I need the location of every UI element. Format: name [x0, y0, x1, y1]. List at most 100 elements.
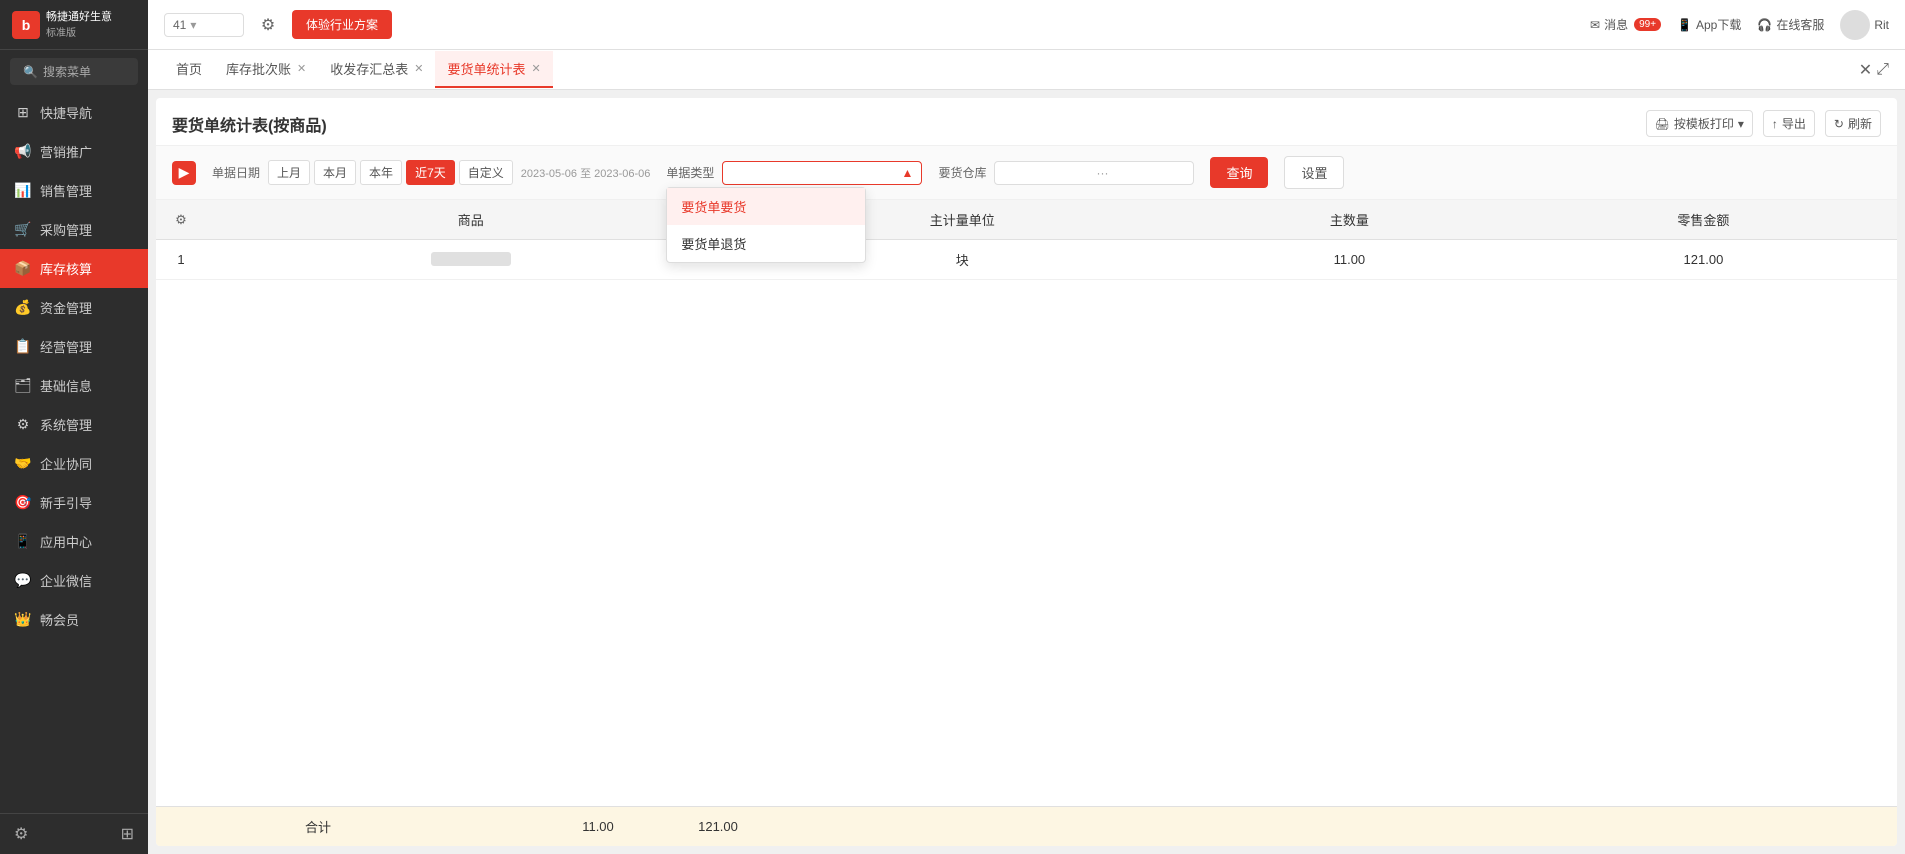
print-chevron-icon: ▾ — [1738, 117, 1744, 131]
order-type-filter-group: 单据类型 ▲ 要货单要货 要货单退货 — [666, 161, 922, 185]
sidebar-item-app-center[interactable]: 📱 应用中心 — [0, 522, 148, 561]
sidebar-item-label: 资金管理 — [40, 298, 92, 317]
tabs-expand-icon[interactable]: ⤢ — [1876, 61, 1889, 79]
sidebar-item-operations[interactable]: 📋 经营管理 — [0, 327, 148, 366]
footer-amount: 121.00 — [658, 819, 778, 834]
sidebar-item-enterprise[interactable]: 🤝 企业协同 — [0, 444, 148, 483]
sidebar-footer: ⚙ ⊞ — [0, 813, 148, 854]
app-subtitle: 标准版 — [46, 24, 112, 39]
page-actions: 🖨 按模板打印 ▾ ↑ 导出 ↻ 刷新 — [1646, 110, 1881, 137]
marketing-icon: 📢 — [14, 143, 32, 161]
tabs-actions: ✕ ⤢ — [1859, 60, 1889, 80]
tab-order-summary-close[interactable]: ✕ — [532, 62, 541, 75]
sidebar-item-label: 企业微信 — [40, 571, 92, 590]
search-menu[interactable]: 🔍 搜索菜单 — [10, 58, 138, 85]
message-item[interactable]: ✉ 消息 99+ — [1590, 16, 1661, 33]
more-dots-icon: ··· — [1096, 166, 1185, 180]
chevron-down-icon: ▾ — [190, 18, 196, 32]
col-quantity: 主数量 — [1189, 200, 1510, 240]
export-button[interactable]: ↑ 导出 — [1763, 110, 1815, 137]
col-settings[interactable]: ⚙ — [156, 200, 206, 240]
tabs-close-all-icon[interactable]: ✕ — [1859, 60, 1872, 80]
warehouse-selector[interactable]: ··· — [994, 161, 1194, 185]
row-product — [206, 240, 736, 280]
sidebar-item-wechat[interactable]: 💬 企业微信 — [0, 561, 148, 600]
user-name: Rit — [1874, 18, 1889, 32]
header-settings-icon[interactable]: ⚙ — [254, 11, 282, 39]
table-header-row: ⚙ 商品 主计量单位 主数量 零售金额 — [156, 200, 1897, 240]
app-download-item[interactable]: 📱 App下载 — [1677, 16, 1741, 33]
sidebar-item-quick-nav[interactable]: ⊞ 快捷导航 — [0, 93, 148, 132]
date-range-display: 2023-05-06 至 2023-06-06 — [521, 165, 651, 181]
search-icon: 🔍 — [23, 65, 38, 79]
sidebar-item-label: 基础信息 — [40, 376, 92, 395]
order-type-label: 单据类型 — [666, 164, 714, 181]
user-profile[interactable]: Rit — [1840, 10, 1889, 40]
order-type-selector[interactable]: ▲ — [722, 161, 922, 185]
print-button[interactable]: 🖨 按模板打印 ▾ — [1646, 110, 1753, 137]
refresh-icon: ↻ — [1834, 117, 1844, 131]
sidebar-item-member[interactable]: 👑 畅会员 — [0, 600, 148, 639]
settings-gear-icon[interactable]: ⚙ — [14, 824, 28, 844]
tab-home[interactable]: 首页 — [164, 51, 214, 88]
promo-button[interactable]: 体验行业方案 — [292, 10, 392, 39]
header-right: ✉ 消息 99+ 📱 App下载 🎧 在线客服 Rit — [1590, 10, 1889, 40]
tab-order-summary[interactable]: 要货单统计表 ✕ — [435, 51, 552, 88]
sidebar-item-sales[interactable]: 📊 销售管理 — [0, 171, 148, 210]
warehouse-label: 要货仓库 — [938, 164, 986, 181]
sidebar-item-purchase[interactable]: 🛒 采购管理 — [0, 210, 148, 249]
curr-year-btn[interactable]: 本年 — [360, 160, 402, 185]
header-left: 41 ▾ ⚙ 体验行业方案 — [164, 10, 392, 39]
order-type-input[interactable] — [731, 166, 901, 180]
print-label: 按模板打印 — [1674, 115, 1734, 132]
sidebar-item-finance[interactable]: 💰 资金管理 — [0, 288, 148, 327]
sidebar-item-basic-info[interactable]: 🗂 基础信息 — [0, 366, 148, 405]
sidebar-item-label: 采购管理 — [40, 220, 92, 239]
purchase-icon: 🛒 — [14, 221, 32, 239]
dropdown-item-order[interactable]: 要货单要货 — [667, 188, 865, 225]
app-download-label: App下载 — [1696, 16, 1741, 33]
tab-batch-account[interactable]: 库存批次账 ✕ — [214, 51, 318, 88]
user-avatar — [1840, 10, 1870, 40]
sidebar-nav: ⊞ 快捷导航 📢 营销推广 📊 销售管理 🛒 采购管理 📦 库存核算 💰 资金管… — [0, 93, 148, 813]
footer-quantity: 11.00 — [538, 819, 658, 834]
sidebar-item-inventory[interactable]: 📦 库存核算 — [0, 249, 148, 288]
refresh-button[interactable]: ↻ 刷新 — [1825, 110, 1881, 137]
store-selector[interactable]: 41 ▾ — [164, 13, 244, 37]
sidebar-item-marketing[interactable]: 📢 营销推广 — [0, 132, 148, 171]
sidebar: b 畅捷通好生意 标准版 🔍 搜索菜单 ⊞ 快捷导航 📢 营销推广 📊 销售管理… — [0, 0, 148, 854]
member-icon: 👑 — [14, 611, 32, 629]
tab-batch-account-label: 库存批次账 — [226, 59, 291, 78]
tabs-bar: 首页 库存批次账 ✕ 收发存汇总表 ✕ 要货单统计表 ✕ ✕ ⤢ — [148, 50, 1905, 90]
sidebar-item-guide[interactable]: 🎯 新手引导 — [0, 483, 148, 522]
week-btn-label: 近7天 — [415, 166, 446, 180]
basic-info-icon: 🗂 — [14, 377, 32, 395]
col-product: 商品 — [206, 200, 736, 240]
sidebar-item-label: 库存核算 — [40, 259, 92, 278]
message-label: 消息 — [1604, 16, 1628, 33]
dropdown-item-return[interactable]: 要货单退货 — [667, 225, 865, 262]
prev-month-btn[interactable]: 上月 — [268, 160, 310, 185]
curr-month-btn[interactable]: 本月 — [314, 160, 356, 185]
settings-button[interactable]: 设置 — [1284, 156, 1344, 189]
message-badge: 99+ — [1634, 18, 1661, 31]
order-type-dropdown-popup: 要货单要货 要货单退货 — [666, 187, 866, 263]
refresh-label: 刷新 — [1848, 115, 1872, 132]
sidebar-item-label: 快捷导航 — [40, 103, 92, 122]
week-btn[interactable]: 近7天 — [406, 160, 455, 185]
tab-receipt-summary-close[interactable]: ✕ — [414, 62, 423, 75]
collapse-icon[interactable]: ⊞ — [121, 824, 134, 844]
sidebar-item-system[interactable]: ⚙ 系统管理 — [0, 405, 148, 444]
tab-receipt-summary[interactable]: 收发存汇总表 ✕ — [318, 51, 435, 88]
print-icon: 🖨 — [1655, 117, 1670, 131]
data-table: ⚙ 商品 主计量单位 主数量 零售金额 1 块 11.00 — [156, 200, 1897, 280]
page-header: 要货单统计表(按商品) 🖨 按模板打印 ▾ ↑ 导出 ↻ 刷新 — [156, 98, 1897, 146]
tab-batch-account-close[interactable]: ✕ — [297, 62, 306, 75]
page-content: 要货单统计表(按商品) 🖨 按模板打印 ▾ ↑ 导出 ↻ 刷新 — [156, 98, 1897, 846]
enterprise-icon: 🤝 — [14, 455, 32, 473]
filter-expand-button[interactable]: ▶ — [172, 161, 196, 185]
custom-btn[interactable]: 自定义 — [459, 160, 513, 185]
online-service-item[interactable]: 🎧 在线客服 — [1757, 16, 1824, 33]
wechat-icon: 💬 — [14, 572, 32, 590]
query-button[interactable]: 查询 — [1210, 157, 1268, 188]
